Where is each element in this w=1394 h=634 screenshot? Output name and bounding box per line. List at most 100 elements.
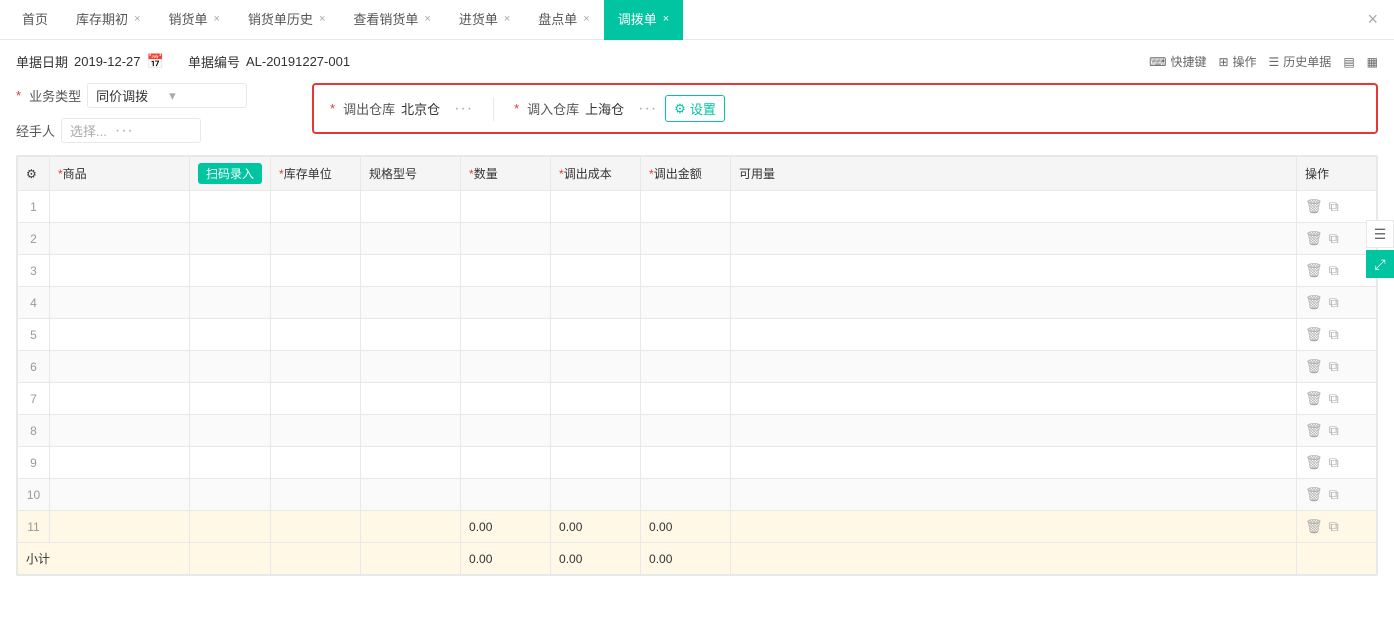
cell-cost: 0.00 [551,511,641,543]
copy-icon[interactable]: ⧉ [1329,198,1339,215]
copy-icon[interactable]: ⧉ [1329,294,1339,311]
copy-icon[interactable]: ⧉ [1329,326,1339,343]
tab-inventory-init[interactable]: 库存期初 × [62,0,154,40]
copy-icon[interactable]: ⧉ [1329,454,1339,471]
tab-transfer[interactable]: 调拨单 × [604,0,683,40]
layout-button2[interactable]: ▦ [1367,55,1378,69]
handler-more-icon[interactable]: ··· [115,122,134,140]
col-cost: *调出成本 [551,157,641,191]
cell-product[interactable] [50,223,190,255]
table-header-row: ⚙ *商品 扫码录入 *库存单位 规格型号 *数量 *调出成本 *调出金额 可用… [18,157,1377,191]
shortcuts-button[interactable]: ⌨ 快捷键 [1149,53,1206,70]
close-icon[interactable]: × [134,13,140,25]
main-content: 单据日期 2019-12-27 📅 单据编号 AL-20191227-001 ⌨… [0,40,1394,588]
tab-view-sales[interactable]: 查看销货单 × [339,0,444,40]
delete-icon[interactable]: 🗑 [1305,518,1323,535]
tab-bar-close-button[interactable]: × [1359,9,1386,30]
cell-cost [551,255,641,287]
cell-available [731,319,1297,351]
col-qty: *数量 [461,157,551,191]
cell-product[interactable] [50,479,190,511]
cell-product[interactable] [50,511,190,543]
out-warehouse-more-icon[interactable]: ··· [454,100,473,118]
col-spec: 规格型号 [361,157,461,191]
delete-icon[interactable]: 🗑 [1305,390,1323,407]
tab-sales-history[interactable]: 销货单历史 × [234,0,339,40]
side-list-icon[interactable]: ☰ [1366,220,1394,248]
cell-spec [361,287,461,319]
cell-product[interactable] [50,191,190,223]
copy-icon[interactable]: ⧉ [1329,358,1339,375]
close-icon[interactable]: × [424,13,430,25]
cell-product[interactable] [50,415,190,447]
business-type-select[interactable]: 同价调拨 ▾ [87,83,247,108]
cell-product[interactable] [50,383,190,415]
cell-product[interactable] [50,319,190,351]
side-toolbar: ☰ ⤢ [1366,220,1394,278]
cell-product[interactable] [50,255,190,287]
copy-icon[interactable]: ⧉ [1329,518,1339,535]
cell-available [731,191,1297,223]
table-wrapper: ⚙ *商品 扫码录入 *库存单位 规格型号 *数量 *调出成本 *调出金额 可用… [16,155,1378,576]
close-icon[interactable]: × [663,13,669,25]
delete-icon[interactable]: 🗑 [1305,486,1323,503]
copy-icon[interactable]: ⧉ [1329,230,1339,247]
table-row: 6 🗑 ⧉ [18,351,1377,383]
copy-icon[interactable]: ⧉ [1329,486,1339,503]
delete-icon[interactable]: 🗑 [1305,294,1323,311]
toolbar-right: ⌨ 快捷键 ⊞ 操作 ☰ 历史单据 ▤ ▦ [1149,53,1378,70]
tab-sales-order[interactable]: 销货单 × [154,0,233,40]
row-num: 6 [18,351,50,383]
chevron-down-icon: ▾ [169,88,238,104]
col-amount: *调出金额 [641,157,731,191]
col-available: 可用量 [731,157,1297,191]
handler-select[interactable]: 选择... ··· [61,118,201,143]
col-gear[interactable]: ⚙ [18,157,50,191]
copy-icon[interactable]: ⧉ [1329,390,1339,407]
in-warehouse-more-icon[interactable]: ··· [638,100,657,118]
history-button[interactable]: ☰ 历史单据 [1269,53,1332,70]
copy-icon[interactable]: ⧉ [1329,422,1339,439]
cell-amount [641,383,731,415]
copy-icon[interactable]: ⧉ [1329,262,1339,279]
cell-op: 🗑 ⧉ [1297,191,1377,223]
tab-home[interactable]: 首页 [8,0,62,40]
divider [493,97,494,121]
scan-button[interactable]: 扫码录入 [198,163,262,184]
setting-button[interactable]: ⚙ 设置 [665,95,725,122]
cell-product[interactable] [50,447,190,479]
cell-scan [190,191,271,223]
cell-available [731,287,1297,319]
tab-stocktake[interactable]: 盘点单 × [524,0,603,40]
table-row: 1 🗑 ⧉ [18,191,1377,223]
handler-placeholder: 选择... [70,121,107,140]
side-expand-icon[interactable]: ⤢ [1366,250,1394,278]
cell-op: 🗑 ⧉ [1297,287,1377,319]
cell-unit [271,287,361,319]
operations-button[interactable]: ⊞ 操作 [1218,53,1256,70]
cell-spec [361,511,461,543]
cell-product[interactable] [50,287,190,319]
cell-op: 🗑 ⧉ [1297,447,1377,479]
close-icon[interactable]: × [319,13,325,25]
delete-icon[interactable]: 🗑 [1305,358,1323,375]
delete-icon[interactable]: 🗑 [1305,262,1323,279]
subtotal-row: 小计 0.00 0.00 0.00 [18,543,1377,575]
delete-icon[interactable]: 🗑 [1305,230,1323,247]
calendar-icon[interactable]: 📅 [147,53,164,70]
layout-icon1: ▤ [1343,55,1354,69]
cell-available [731,255,1297,287]
delete-icon[interactable]: 🗑 [1305,454,1323,471]
close-icon[interactable]: × [583,13,589,25]
cell-product[interactable] [50,351,190,383]
delete-icon[interactable]: 🗑 [1305,198,1323,215]
tab-purchase[interactable]: 进货单 × [445,0,524,40]
cell-op: 🗑 ⧉ [1297,255,1377,287]
close-icon[interactable]: × [504,13,510,25]
delete-icon[interactable]: 🗑 [1305,422,1323,439]
cell-scan [190,319,271,351]
close-icon[interactable]: × [213,13,219,25]
handler-label: 经手人 [16,121,55,140]
delete-icon[interactable]: 🗑 [1305,326,1323,343]
layout-button1[interactable]: ▤ [1343,55,1354,69]
